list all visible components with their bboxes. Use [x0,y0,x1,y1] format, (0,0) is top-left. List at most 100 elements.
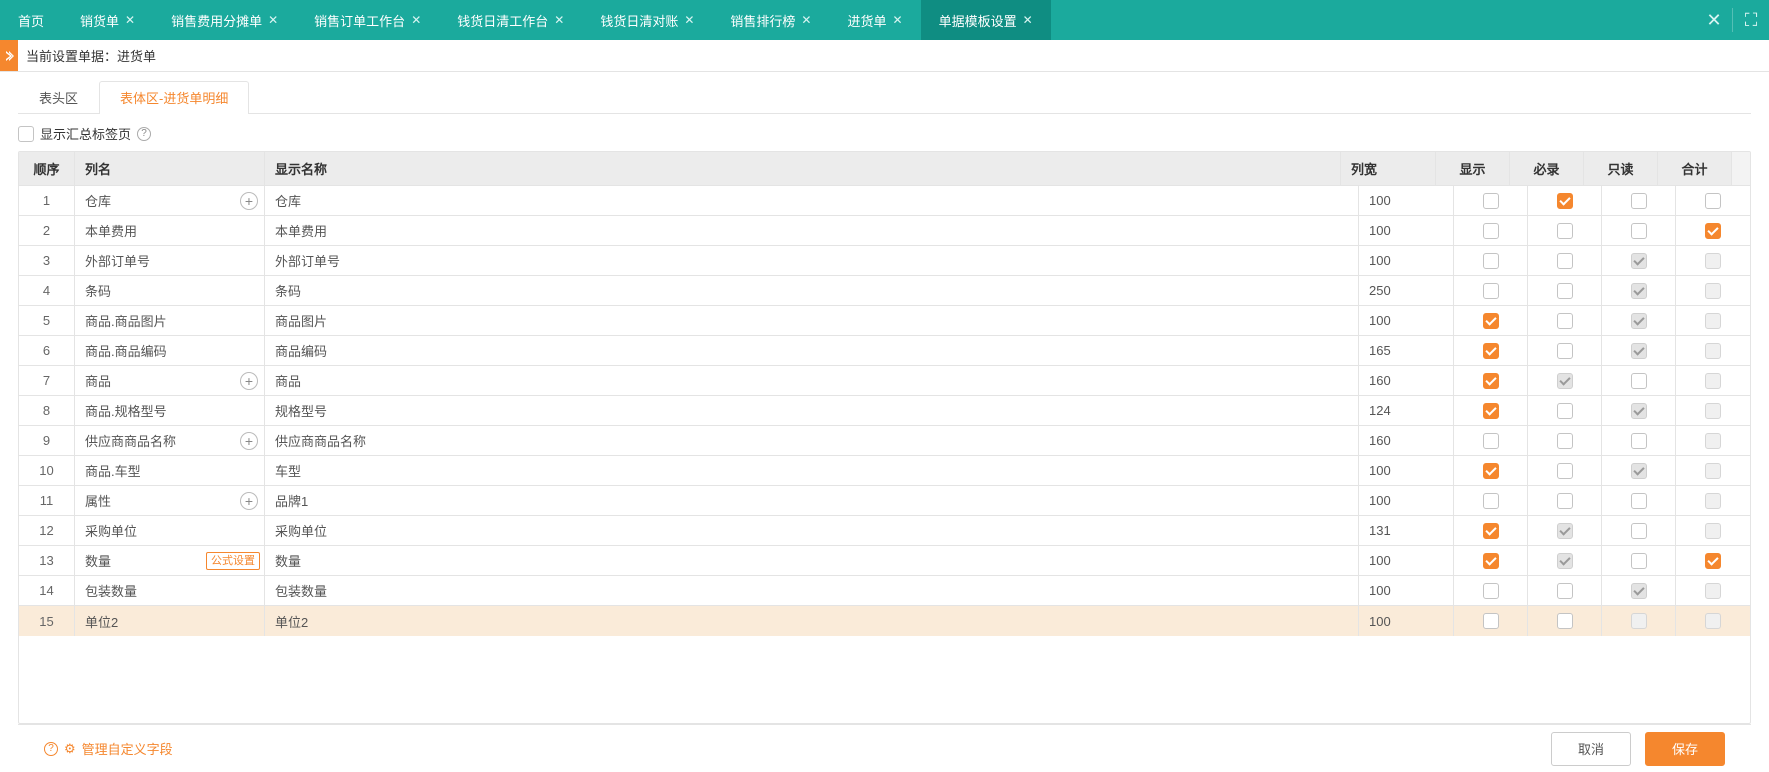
close-icon[interactable]: ✕ [801,13,811,27]
cell-width[interactable]: 160 [1359,366,1454,395]
cell-display-name[interactable]: 仓库 [265,186,1359,215]
show-checkbox[interactable] [1483,313,1499,329]
close-icon[interactable]: ✕ [684,13,694,27]
tab-0[interactable]: 首页 [0,0,62,40]
cell-width[interactable]: 131 [1359,516,1454,545]
cell-display-name[interactable]: 供应商商品名称 [265,426,1359,455]
required-checkbox[interactable] [1557,283,1573,299]
cell-width[interactable]: 160 [1359,426,1454,455]
table-row[interactable]: 9供应商商品名称+供应商商品名称160 [19,426,1750,456]
show-checkbox[interactable] [1483,433,1499,449]
help-icon[interactable]: ? [137,127,151,141]
show-checkbox[interactable] [1483,523,1499,539]
table-row[interactable]: 15单位2单位2100 [19,606,1750,636]
fullscreen-button[interactable]: ⛶ [1733,0,1769,40]
cell-width[interactable]: 124 [1359,396,1454,425]
help-icon[interactable]: ? [44,742,58,756]
table-row[interactable]: 8商品.规格型号规格型号124 [19,396,1750,426]
show-checkbox[interactable] [1483,373,1499,389]
cell-display-name[interactable]: 本单费用 [265,216,1359,245]
table-row[interactable]: 14包装数量包装数量100 [19,576,1750,606]
cell-width[interactable]: 100 [1359,546,1454,575]
table-row[interactable]: 1仓库+仓库100 [19,186,1750,216]
sum-checkbox[interactable] [1705,553,1721,569]
cancel-button[interactable]: 取消 [1551,732,1631,766]
tab-6[interactable]: 销售排行榜✕ [712,0,829,40]
required-checkbox[interactable] [1557,313,1573,329]
table-row[interactable]: 13数量公式设置数量100 [19,546,1750,576]
required-checkbox[interactable] [1557,223,1573,239]
required-checkbox[interactable] [1557,193,1573,209]
show-checkbox[interactable] [1483,283,1499,299]
add-child-button[interactable]: + [240,432,258,450]
readonly-checkbox[interactable] [1631,193,1647,209]
cell-display-name[interactable]: 规格型号 [265,396,1359,425]
cell-width[interactable]: 100 [1359,456,1454,485]
add-child-button[interactable]: + [240,192,258,210]
cell-display-name[interactable]: 采购单位 [265,516,1359,545]
close-icon[interactable]: ✕ [268,13,278,27]
cell-width[interactable]: 250 [1359,276,1454,305]
cell-width[interactable]: 100 [1359,246,1454,275]
show-checkbox[interactable] [1483,463,1499,479]
close-icon[interactable]: ✕ [1023,13,1033,27]
add-child-button[interactable]: + [240,372,258,390]
cell-display-name[interactable]: 商品 [265,366,1359,395]
required-checkbox[interactable] [1557,253,1573,269]
cell-display-name[interactable]: 外部订单号 [265,246,1359,275]
close-icon[interactable]: ✕ [125,13,135,27]
tab-7[interactable]: 进货单✕ [829,0,920,40]
show-checkbox[interactable] [1483,253,1499,269]
cell-display-name[interactable]: 商品编码 [265,336,1359,365]
sum-checkbox[interactable] [1705,193,1721,209]
cell-width[interactable]: 100 [1359,216,1454,245]
tab-8[interactable]: 单据模板设置✕ [921,0,1051,40]
tab-3[interactable]: 销售订单工作台✕ [296,0,439,40]
cell-width[interactable]: 100 [1359,606,1454,636]
subtab-1[interactable]: 表体区-进货单明细 [99,81,249,114]
table-row[interactable]: 5商品.商品图片商品图片100 [19,306,1750,336]
show-checkbox[interactable] [1483,583,1499,599]
required-checkbox[interactable] [1557,613,1573,629]
cell-display-name[interactable]: 包装数量 [265,576,1359,605]
collapse-sidebar-button[interactable] [0,40,18,71]
manage-custom-fields-link[interactable]: 管理自定义字段 [82,739,173,758]
required-checkbox[interactable] [1557,583,1573,599]
readonly-checkbox[interactable] [1631,493,1647,509]
cell-display-name[interactable]: 条码 [265,276,1359,305]
close-icon[interactable]: ✕ [411,13,421,27]
required-checkbox[interactable] [1557,433,1573,449]
cell-width[interactable]: 100 [1359,186,1454,215]
close-icon[interactable]: ✕ [893,13,903,27]
cell-width[interactable]: 165 [1359,336,1454,365]
required-checkbox[interactable] [1557,343,1573,359]
cell-display-name[interactable]: 单位2 [265,606,1359,636]
readonly-checkbox[interactable] [1631,553,1647,569]
required-checkbox[interactable] [1557,463,1573,479]
table-row[interactable]: 3外部订单号外部订单号100 [19,246,1750,276]
show-checkbox[interactable] [1483,223,1499,239]
show-checkbox[interactable] [1483,553,1499,569]
cell-display-name[interactable]: 数量 [265,546,1359,575]
readonly-checkbox[interactable] [1631,223,1647,239]
show-summary-tab-checkbox[interactable] [18,126,34,142]
required-checkbox[interactable] [1557,403,1573,419]
close-icon[interactable]: ✕ [554,13,564,27]
table-row[interactable]: 6商品.商品编码商品编码165 [19,336,1750,366]
table-row[interactable]: 10商品.车型车型100 [19,456,1750,486]
readonly-checkbox[interactable] [1631,373,1647,389]
subtab-0[interactable]: 表头区 [18,81,99,114]
tab-1[interactable]: 销货单✕ [62,0,153,40]
cell-width[interactable]: 100 [1359,576,1454,605]
formula-settings-button[interactable]: 公式设置 [206,552,260,570]
readonly-checkbox[interactable] [1631,523,1647,539]
tab-2[interactable]: 销售费用分摊单✕ [153,0,296,40]
cell-display-name[interactable]: 品牌1 [265,486,1359,515]
show-checkbox[interactable] [1483,493,1499,509]
table-row[interactable]: 12采购单位采购单位131 [19,516,1750,546]
cell-width[interactable]: 100 [1359,486,1454,515]
tab-4[interactable]: 钱货日清工作台✕ [439,0,582,40]
table-row[interactable]: 4条码条码250 [19,276,1750,306]
add-child-button[interactable]: + [240,492,258,510]
readonly-checkbox[interactable] [1631,433,1647,449]
